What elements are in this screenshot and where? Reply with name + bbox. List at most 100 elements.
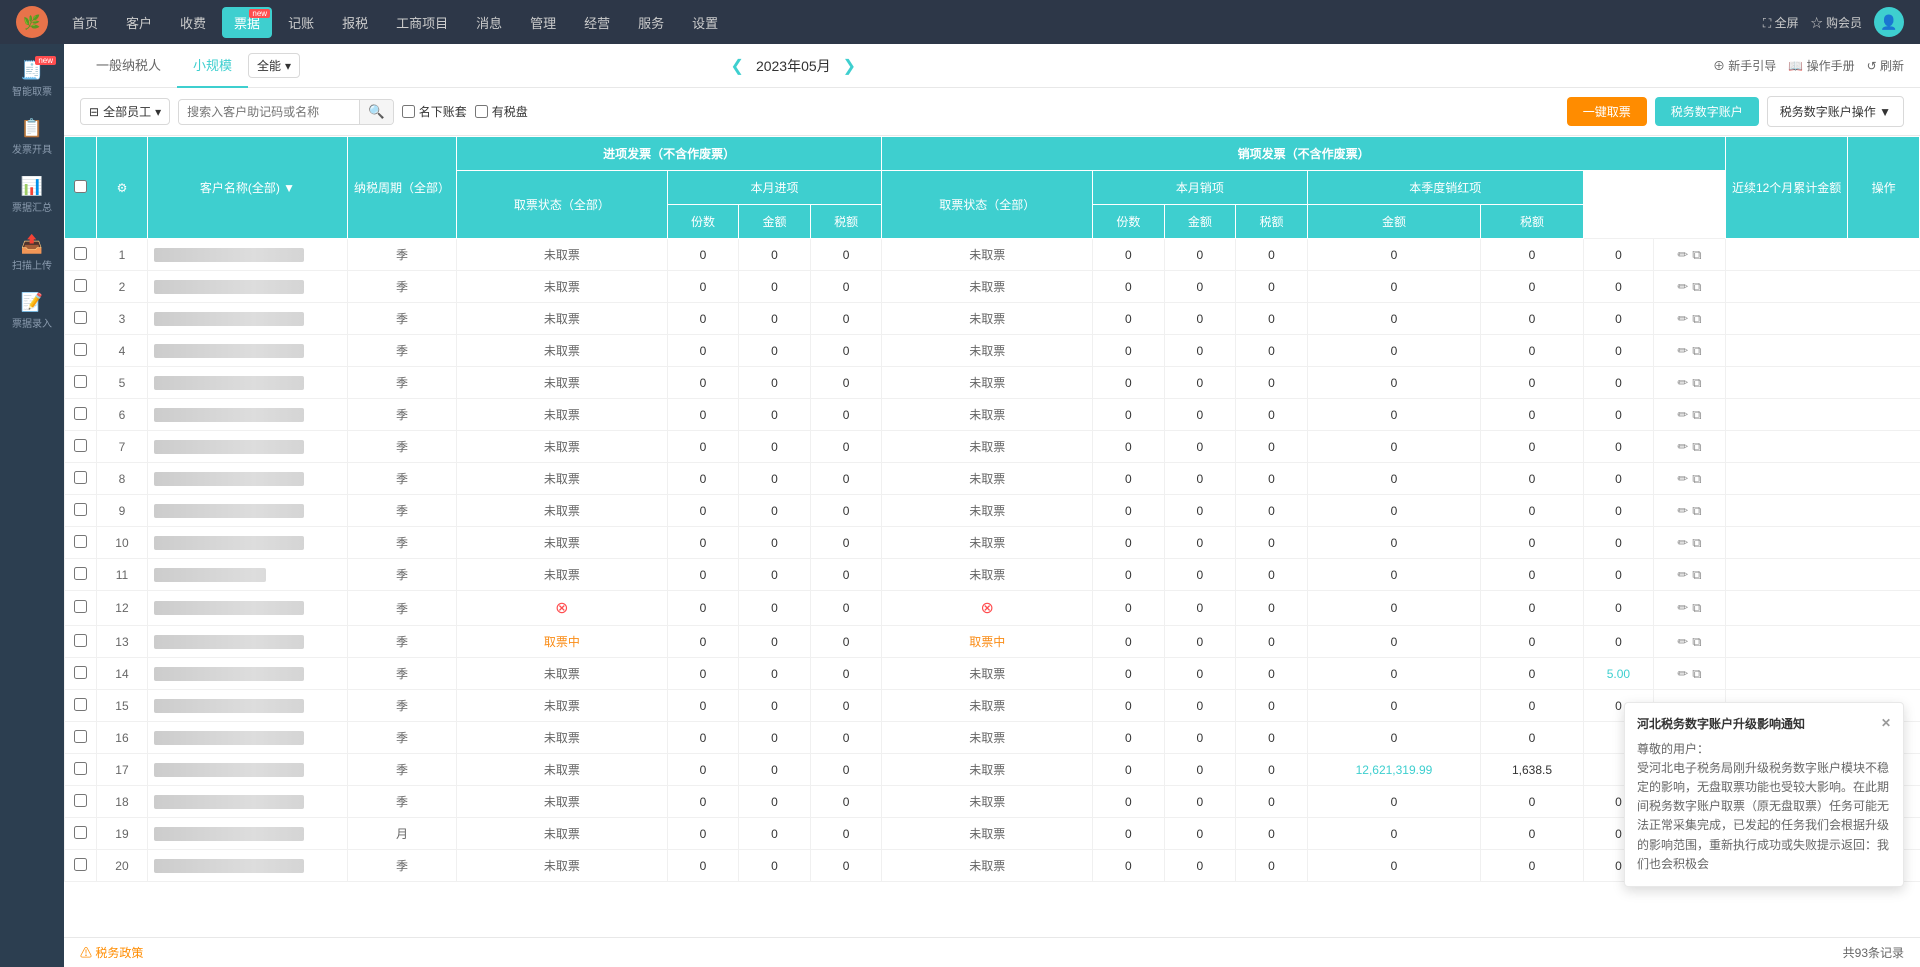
- edit-icon[interactable]: ✏: [1677, 634, 1688, 650]
- nav-tax[interactable]: 报税: [330, 7, 380, 38]
- row-red-tax: 0: [1481, 527, 1584, 559]
- row-checkbox[interactable]: [74, 535, 87, 548]
- member-btn[interactable]: ☆ 购会员: [1811, 14, 1862, 31]
- sidebar-item-smart-fetch[interactable]: 🧾 智能取票 new: [0, 52, 64, 106]
- row-checkbox[interactable]: [74, 698, 87, 711]
- row-in-status: 未取票: [456, 559, 667, 591]
- row-checkbox[interactable]: [74, 858, 87, 871]
- fetch-all-btn[interactable]: 一键取票: [1567, 97, 1647, 126]
- select-all-checkbox[interactable]: [74, 180, 87, 193]
- digital-account-btn[interactable]: 税务数字账户: [1655, 97, 1759, 126]
- row-checkbox[interactable]: [74, 311, 87, 324]
- row-checkbox[interactable]: [74, 634, 87, 647]
- row-checkbox[interactable]: [74, 375, 87, 388]
- copy-icon[interactable]: ⧉: [1692, 600, 1701, 616]
- period-prev-btn[interactable]: ❮: [727, 52, 748, 80]
- row-checkbox[interactable]: [74, 247, 87, 260]
- nav-operation[interactable]: 经营: [572, 7, 622, 38]
- notification-close-btn[interactable]: ✕: [1881, 716, 1891, 730]
- ledger-filter[interactable]: 名下账套: [402, 103, 467, 120]
- manual-link[interactable]: 📖 操作手册: [1788, 57, 1854, 74]
- search-btn[interactable]: 🔍: [359, 100, 393, 124]
- period-next-btn[interactable]: ❯: [839, 52, 860, 80]
- nav-home[interactable]: 首页: [60, 7, 110, 38]
- row-checkbox[interactable]: [74, 407, 87, 420]
- copy-icon[interactable]: ⧉: [1692, 343, 1701, 359]
- taxdisk-filter[interactable]: 有税盘: [475, 103, 528, 120]
- refresh-link[interactable]: ↺ 刷新: [1867, 57, 1904, 74]
- sidebar-item-scan-upload[interactable]: 📤 扫描上传: [0, 226, 64, 280]
- sidebar-item-invoice-summary[interactable]: 📊 票据汇总: [0, 168, 64, 222]
- copy-icon[interactable]: ⧉: [1692, 503, 1701, 519]
- tab-small-scale[interactable]: 小规模: [177, 44, 248, 88]
- fullscreen-btn[interactable]: ⛶ 全屏: [1763, 14, 1799, 31]
- taxdisk-checkbox[interactable]: [475, 105, 488, 118]
- row-out-tax: 0: [1236, 431, 1308, 463]
- tax-policy-link[interactable]: ⚠ 税务政策: [80, 944, 143, 961]
- ledger-checkbox[interactable]: [402, 105, 415, 118]
- tab-general-taxpayer[interactable]: 一般纳税人: [80, 44, 177, 88]
- edit-icon[interactable]: ✏: [1677, 279, 1688, 295]
- row-out-count: 0: [1093, 495, 1165, 527]
- nav-business[interactable]: 工商项目: [384, 7, 460, 38]
- edit-icon[interactable]: ✏: [1677, 471, 1688, 487]
- copy-icon[interactable]: ⧉: [1692, 666, 1701, 682]
- copy-icon[interactable]: ⧉: [1692, 634, 1701, 650]
- user-avatar[interactable]: 👤: [1874, 7, 1904, 37]
- nav-service[interactable]: 服务: [626, 7, 676, 38]
- row-checkbox[interactable]: [74, 567, 87, 580]
- edit-icon[interactable]: ✏: [1677, 247, 1688, 263]
- copy-icon[interactable]: ⧉: [1692, 311, 1701, 327]
- row-checkbox[interactable]: [74, 762, 87, 775]
- edit-icon[interactable]: ✏: [1677, 439, 1688, 455]
- employee-select[interactable]: ⊟ 全部员工 ▾: [80, 98, 170, 125]
- row-period: 季: [347, 399, 456, 431]
- copy-icon[interactable]: ⧉: [1692, 535, 1701, 551]
- copy-icon[interactable]: ⧉: [1692, 279, 1701, 295]
- nav-client[interactable]: 客户: [114, 7, 164, 38]
- row-checkbox[interactable]: [74, 666, 87, 679]
- row-checkbox[interactable]: [74, 826, 87, 839]
- row-period: 季: [347, 591, 456, 626]
- copy-icon[interactable]: ⧉: [1692, 471, 1701, 487]
- edit-icon[interactable]: ✏: [1677, 343, 1688, 359]
- edit-icon[interactable]: ✏: [1677, 375, 1688, 391]
- sidebar-item-invoice-entry[interactable]: 📝 票据录入: [0, 284, 64, 338]
- edit-icon[interactable]: ✏: [1677, 567, 1688, 583]
- row-client-name: ██████████████: [147, 818, 347, 850]
- nav-manage[interactable]: 管理: [518, 7, 568, 38]
- guide-link[interactable]: ⊕ 新手引导: [1713, 57, 1776, 74]
- row-checkbox[interactable]: [74, 600, 87, 613]
- row-checkbox[interactable]: [74, 471, 87, 484]
- row-checkbox[interactable]: [74, 279, 87, 292]
- edit-icon[interactable]: ✏: [1677, 666, 1688, 682]
- nav-message[interactable]: 消息: [464, 7, 514, 38]
- nav-fee[interactable]: 收费: [168, 7, 218, 38]
- employee-select-label: 全部员工: [103, 103, 151, 120]
- search-input[interactable]: [179, 101, 359, 123]
- copy-icon[interactable]: ⧉: [1692, 567, 1701, 583]
- row-checkbox[interactable]: [74, 730, 87, 743]
- edit-icon[interactable]: ✏: [1677, 311, 1688, 327]
- edit-icon[interactable]: ✏: [1677, 600, 1688, 616]
- copy-icon[interactable]: ⧉: [1692, 407, 1701, 423]
- edit-icon[interactable]: ✏: [1677, 407, 1688, 423]
- row-red-tax: 0: [1481, 690, 1584, 722]
- sidebar-item-invoice-open[interactable]: 📋 发票开具: [0, 110, 64, 164]
- tab-all[interactable]: 全能 ▾: [248, 53, 300, 78]
- nav-bookkeeping[interactable]: 记账: [276, 7, 326, 38]
- row-checkbox[interactable]: [74, 439, 87, 452]
- row-checkbox[interactable]: [74, 794, 87, 807]
- digital-account-operation-btn[interactable]: 税务数字账户操作 ▼: [1767, 96, 1904, 127]
- copy-icon[interactable]: ⧉: [1692, 247, 1701, 263]
- row-red-tax: 0: [1481, 367, 1584, 399]
- row-checkbox[interactable]: [74, 343, 87, 356]
- copy-icon[interactable]: ⧉: [1692, 375, 1701, 391]
- nav-invoice[interactable]: 票据 new: [222, 7, 272, 38]
- nav-settings[interactable]: 设置: [680, 7, 730, 38]
- edit-icon[interactable]: ✏: [1677, 503, 1688, 519]
- edit-icon[interactable]: ✏: [1677, 535, 1688, 551]
- toolbar-right: 一键取票 税务数字账户 税务数字账户操作 ▼: [1567, 96, 1904, 127]
- row-checkbox[interactable]: [74, 503, 87, 516]
- copy-icon[interactable]: ⧉: [1692, 439, 1701, 455]
